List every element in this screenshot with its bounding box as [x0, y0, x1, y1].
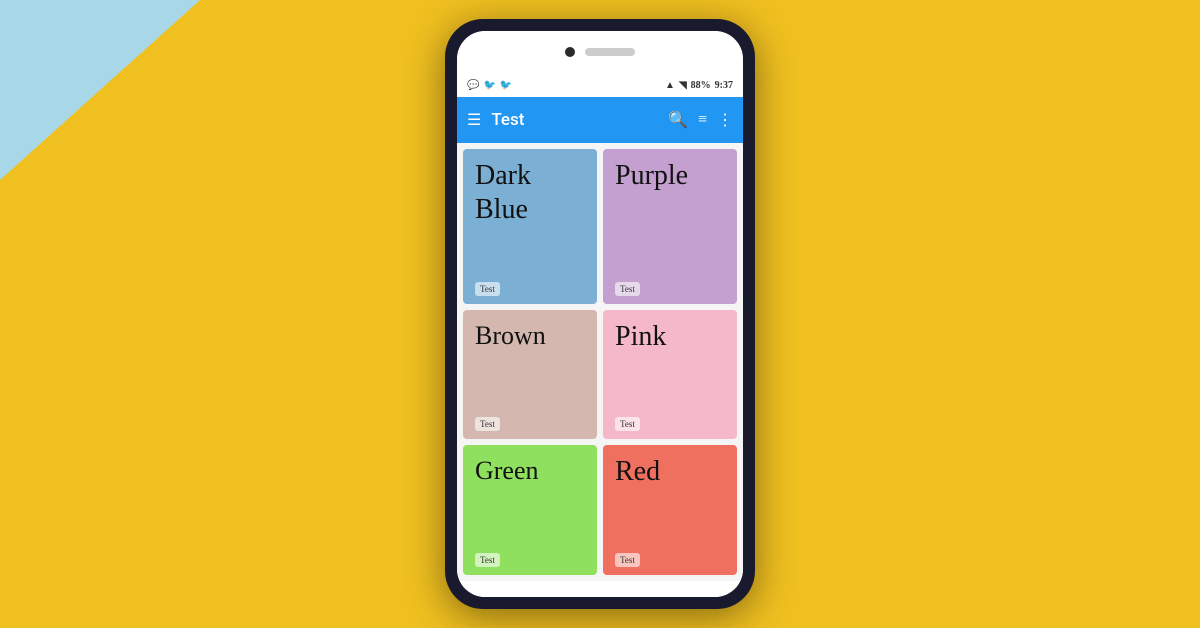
card-brown[interactable]: Brown Test	[463, 310, 597, 440]
card-purple-badge: Test	[615, 282, 640, 296]
card-brown-title: Brown	[475, 320, 585, 351]
card-red[interactable]: Red Test	[603, 445, 737, 575]
card-purple-title: Purple	[615, 159, 725, 193]
card-purple[interactable]: Purple Test	[603, 149, 737, 304]
status-right-icons: ▲ ◥ 88% 9:37	[665, 80, 733, 91]
app-bar-title: Test	[491, 110, 658, 130]
list-view-icon[interactable]: ≡	[698, 111, 707, 129]
hamburger-menu-icon[interactable]: ☰	[467, 110, 481, 130]
background-accent	[0, 0, 200, 180]
card-pink-badge: Test	[615, 417, 640, 431]
card-brown-badge: Test	[475, 417, 500, 431]
app-bar: ☰ Test 🔍 ≡ ⋮	[457, 97, 743, 143]
wifi-icon: ▲	[665, 80, 675, 91]
search-icon[interactable]: 🔍	[668, 110, 688, 130]
earpiece-speaker	[585, 48, 635, 56]
card-green-title: Green	[475, 455, 585, 486]
front-camera	[565, 47, 575, 57]
phone-device: 💬 🐦 🐦 ▲ ◥ 88% 9:37 ☰ Test 🔍 ≡ ⋮ Dark Blu…	[445, 19, 755, 609]
card-green[interactable]: Green Test	[463, 445, 597, 575]
card-pink[interactable]: Pink Test	[603, 310, 737, 440]
twitter-icon-1: 🐦	[483, 80, 495, 91]
status-bar: 💬 🐦 🐦 ▲ ◥ 88% 9:37	[457, 73, 743, 97]
phone-screen: 💬 🐦 🐦 ▲ ◥ 88% 9:37 ☰ Test 🔍 ≡ ⋮ Dark Blu…	[457, 31, 743, 597]
signal-icon: ◥	[679, 80, 687, 91]
card-pink-title: Pink	[615, 320, 725, 354]
time-text: 9:37	[715, 80, 733, 91]
card-dark-blue-title: Dark Blue	[475, 159, 585, 226]
card-green-badge: Test	[475, 553, 500, 567]
status-left-icons: 💬 🐦 🐦	[467, 80, 512, 91]
more-options-icon[interactable]: ⋮	[717, 110, 733, 130]
card-red-title: Red	[615, 455, 725, 489]
card-red-badge: Test	[615, 553, 640, 567]
phone-bottom-bezel	[457, 581, 743, 597]
message-icon: 💬	[467, 80, 479, 91]
cards-grid: Dark Blue Test Purple Test Brown Test Pi…	[457, 143, 743, 581]
twitter-icon-2: 🐦	[500, 80, 512, 91]
battery-text: 88%	[691, 80, 711, 91]
phone-top-bezel	[457, 31, 743, 73]
card-dark-blue-badge: Test	[475, 282, 500, 296]
card-dark-blue[interactable]: Dark Blue Test	[463, 149, 597, 304]
